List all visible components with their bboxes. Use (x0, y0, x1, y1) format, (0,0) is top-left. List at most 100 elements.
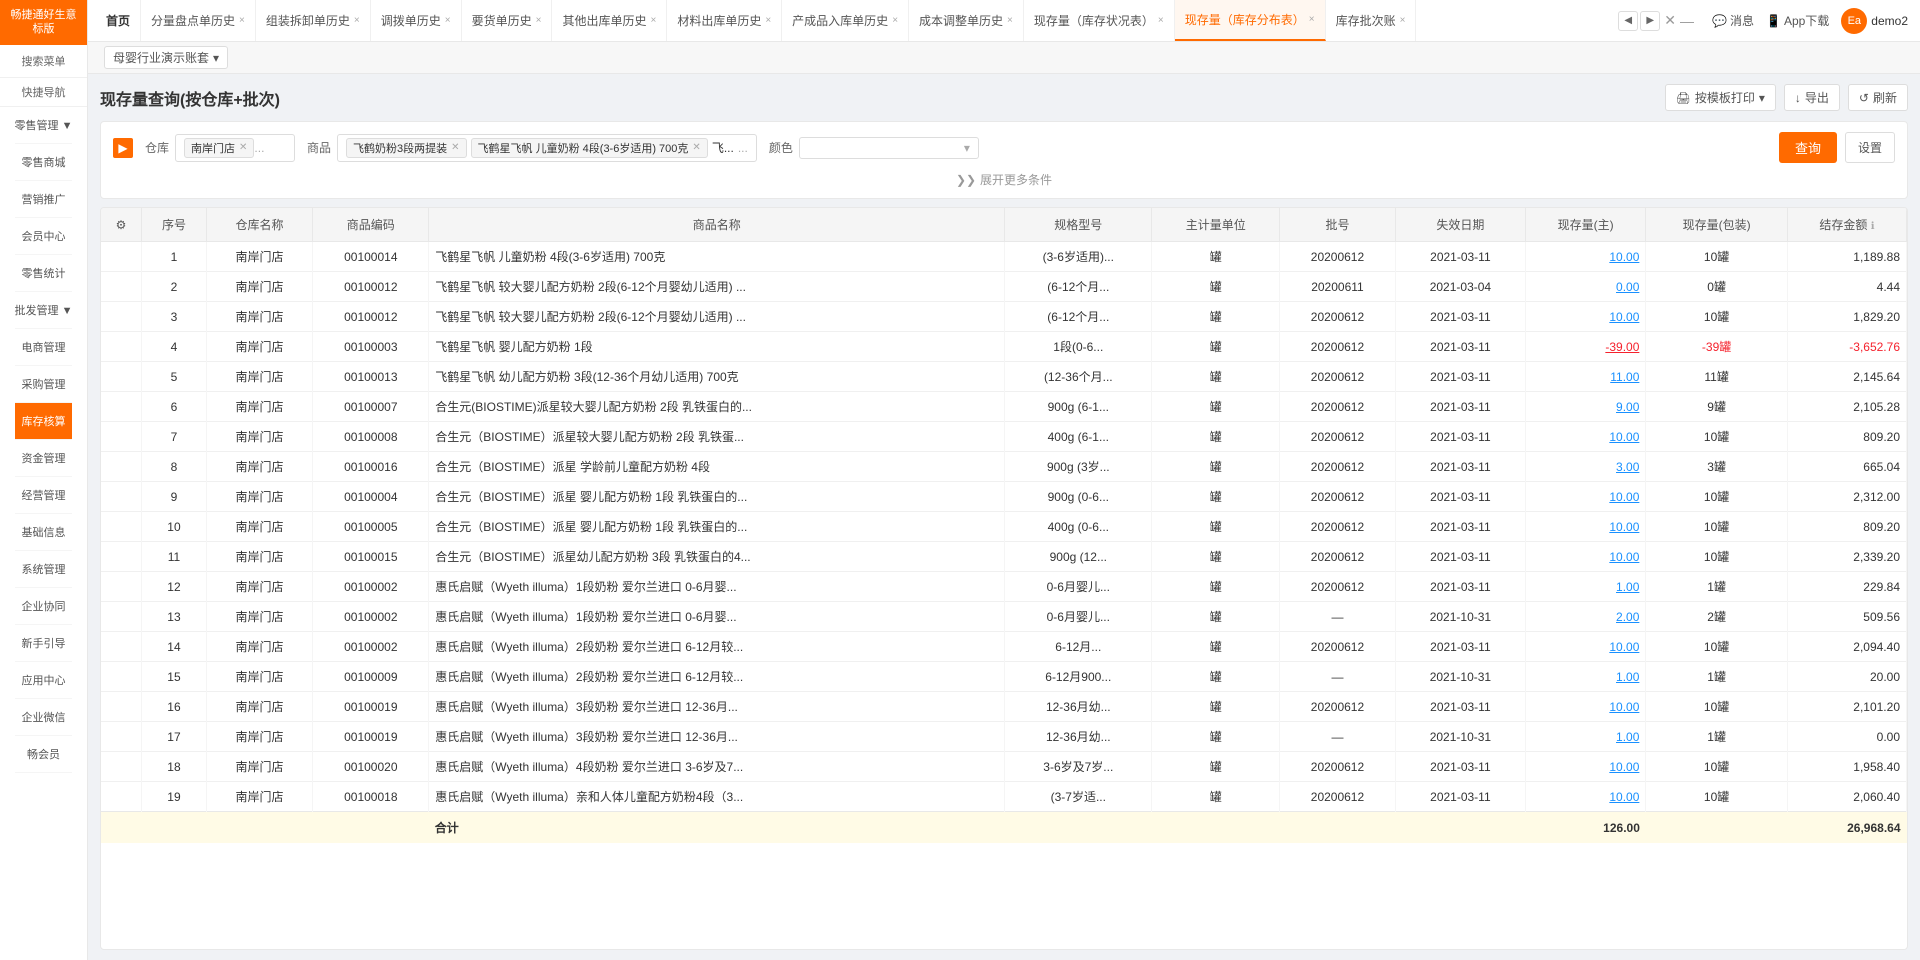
nav-tab-otherout[interactable]: 其他出库单历史× (552, 0, 667, 41)
app-download-button[interactable]: 📱 App下载 (1766, 12, 1829, 29)
cell-9[interactable]: 10.00 (1525, 482, 1646, 512)
filter-expand-arrow[interactable]: ▶ (113, 138, 133, 158)
tab-close-current_dist[interactable]: × (1309, 14, 1315, 25)
nav-minimize-button[interactable]: — (1680, 13, 1694, 29)
sidebar-item-member[interactable]: 会员中心 (15, 218, 73, 255)
sidebar-item-apps[interactable]: 应用中心 (15, 662, 73, 699)
product-ellipsis: 飞... (712, 139, 734, 156)
cell-9[interactable]: 10.00 (1525, 542, 1646, 572)
sidebar-item-wholesale[interactable]: 批发管理 ▼ (15, 292, 73, 329)
cell-4: 合生元（BIOSTIME）派星 婴儿配方奶粉 1段 乳铁蛋白的... (429, 482, 1005, 512)
cell-7: 20200612 (1279, 452, 1395, 482)
cell-5: 400g (6-1... (1005, 422, 1152, 452)
cell-9[interactable]: 10.00 (1525, 242, 1646, 272)
warehouse-filter: 仓库 南岸门店 ✕ ... (145, 134, 295, 162)
cell-9[interactable]: 10.00 (1525, 782, 1646, 812)
sidebar-logo[interactable]: 畅捷通好生意 标版 (0, 0, 87, 45)
message-button[interactable]: 💬 消息 (1712, 12, 1754, 29)
color-input[interactable]: ▾ (799, 137, 979, 159)
cell-9[interactable]: 3.00 (1525, 452, 1646, 482)
warehouse-tag-close[interactable]: ✕ (239, 142, 247, 153)
print-button[interactable]: 🖨 按模板打印 ▾ (1665, 84, 1776, 111)
nav-tab-home[interactable]: 首页 (96, 0, 141, 41)
nav-tab-cost[interactable]: 成本调整单历史× (909, 0, 1024, 41)
nav-tab-material[interactable]: 材料出库单历史× (667, 0, 782, 41)
product-tag-1-close[interactable]: ✕ (451, 142, 459, 153)
sidebar-item-marketing[interactable]: 营销推广 (15, 181, 73, 218)
sidebar-item-finance[interactable]: 资金管理 (15, 440, 73, 477)
cell-9[interactable]: 10.00 (1525, 512, 1646, 542)
sidebar-item-purchase[interactable]: 采购管理 (15, 366, 73, 403)
cell-5: 0-6月婴儿... (1005, 602, 1152, 632)
nav-close-button[interactable]: ✕ (1664, 12, 1676, 29)
cell-9[interactable]: 1.00 (1525, 662, 1646, 692)
cell-1: 7 (142, 422, 207, 452)
sidebar-item-retail[interactable]: 零售管理 ▼ (15, 107, 73, 144)
cell-7: — (1279, 602, 1395, 632)
sidebar-item-base[interactable]: 基础信息 (15, 514, 73, 551)
sidebar-item-member2[interactable]: 畅会员 (15, 736, 73, 773)
tab-close-split[interactable]: × (239, 15, 245, 26)
cell-8: 2021-10-31 (1395, 602, 1525, 632)
cell-9[interactable]: 11.00 (1525, 362, 1646, 392)
export-button[interactable]: ↓ 导出 (1784, 84, 1840, 111)
setting-button[interactable]: 设置 (1845, 132, 1895, 163)
tab-close-combo[interactable]: × (354, 15, 360, 26)
nav-prev-button[interactable]: ◀ (1618, 11, 1638, 31)
sidebar-item-stat[interactable]: 零售统计 (15, 255, 73, 292)
cell-9[interactable]: 10.00 (1525, 632, 1646, 662)
cell-9[interactable]: 9.00 (1525, 392, 1646, 422)
tab-close-product[interactable]: × (892, 15, 898, 26)
tab-close-adjust[interactable]: × (445, 15, 451, 26)
nav-tab-split[interactable]: 分量盘点单历史× (141, 0, 256, 41)
refresh-button[interactable]: ↺ 刷新 (1848, 84, 1908, 111)
col-settings[interactable]: ⚙ (101, 208, 142, 242)
sidebar-item-sys[interactable]: 系统管理 (15, 551, 73, 588)
product-tag-2-close[interactable]: ✕ (692, 142, 700, 153)
cell-9[interactable]: 10.00 (1525, 422, 1646, 452)
nav-tab-current_wh[interactable]: 现存量（库存状况表）× (1024, 0, 1175, 41)
nav-tab-adjust[interactable]: 调拨单历史× (371, 0, 462, 41)
sidebar-item-guide[interactable]: 新手引导 (15, 625, 73, 662)
tab-close-current_wh[interactable]: × (1158, 15, 1164, 26)
tab-close-require[interactable]: × (536, 15, 542, 26)
sidebar-item-inventory[interactable]: 库存核算 (15, 403, 73, 440)
breadcrumb-select[interactable]: 母婴行业演示账套 ▾ (104, 46, 228, 69)
cell-9[interactable]: 10.00 (1525, 692, 1646, 722)
nav-tab-combo[interactable]: 组装拆卸单历史× (256, 0, 371, 41)
cell-9[interactable]: -39.00 (1525, 332, 1646, 362)
tab-close-otherout[interactable]: × (650, 15, 656, 26)
nav-tab-current_dist[interactable]: 现存量（库存分布表）× (1175, 0, 1326, 41)
nav-tab-product[interactable]: 产成品入库单历史× (782, 0, 909, 41)
cell-2: 南岸门店 (206, 512, 313, 542)
warehouse-input[interactable]: 南岸门店 ✕ ... (175, 134, 295, 162)
warehouse-label: 仓库 (145, 139, 169, 156)
expand-more-button[interactable]: ❯❯ 展开更多条件 (956, 171, 1052, 188)
nav-next-button[interactable]: ▶ (1640, 11, 1660, 31)
sidebar-item-ops[interactable]: 经营管理 (15, 477, 73, 514)
cell-9[interactable]: 10.00 (1525, 752, 1646, 782)
sidebar-item-shop[interactable]: 零售商城 (15, 144, 73, 181)
user-info[interactable]: Ea demo2 (1841, 8, 1908, 34)
quick-nav-button[interactable]: 快捷导航 (0, 78, 87, 107)
cell-9[interactable]: 2.00 (1525, 602, 1646, 632)
nav-tab-batch[interactable]: 库存批次账× (1326, 0, 1417, 41)
nav-tab-require[interactable]: 要货单历史× (462, 0, 553, 41)
tab-close-batch[interactable]: × (1400, 15, 1406, 26)
footer-empty-6 (1152, 812, 1280, 844)
tab-close-cost[interactable]: × (1007, 15, 1013, 26)
cell-9[interactable]: 1.00 (1525, 722, 1646, 752)
sidebar-item-wechat[interactable]: 企业微信 (15, 699, 73, 736)
sidebar-item-ecom[interactable]: 电商管理 (15, 329, 73, 366)
cell-7: 20200612 (1279, 782, 1395, 812)
cell-9[interactable]: 10.00 (1525, 302, 1646, 332)
col-batch: 批号 (1279, 208, 1395, 242)
sidebar-item-corp[interactable]: 企业协同 (15, 588, 73, 625)
query-button[interactable]: 查询 (1779, 132, 1837, 163)
cell-10: 10罐 (1646, 542, 1787, 572)
cell-9[interactable]: 0.00 (1525, 272, 1646, 302)
cell-9[interactable]: 1.00 (1525, 572, 1646, 602)
product-input[interactable]: 飞鹤奶粉3段两提装 ✕ 飞鹤星飞帆 儿童奶粉 4段(3-6岁适用) 700克 ✕… (337, 134, 757, 162)
tab-close-material[interactable]: × (765, 15, 771, 26)
search-menu-button[interactable]: 搜索菜单 (0, 45, 87, 78)
